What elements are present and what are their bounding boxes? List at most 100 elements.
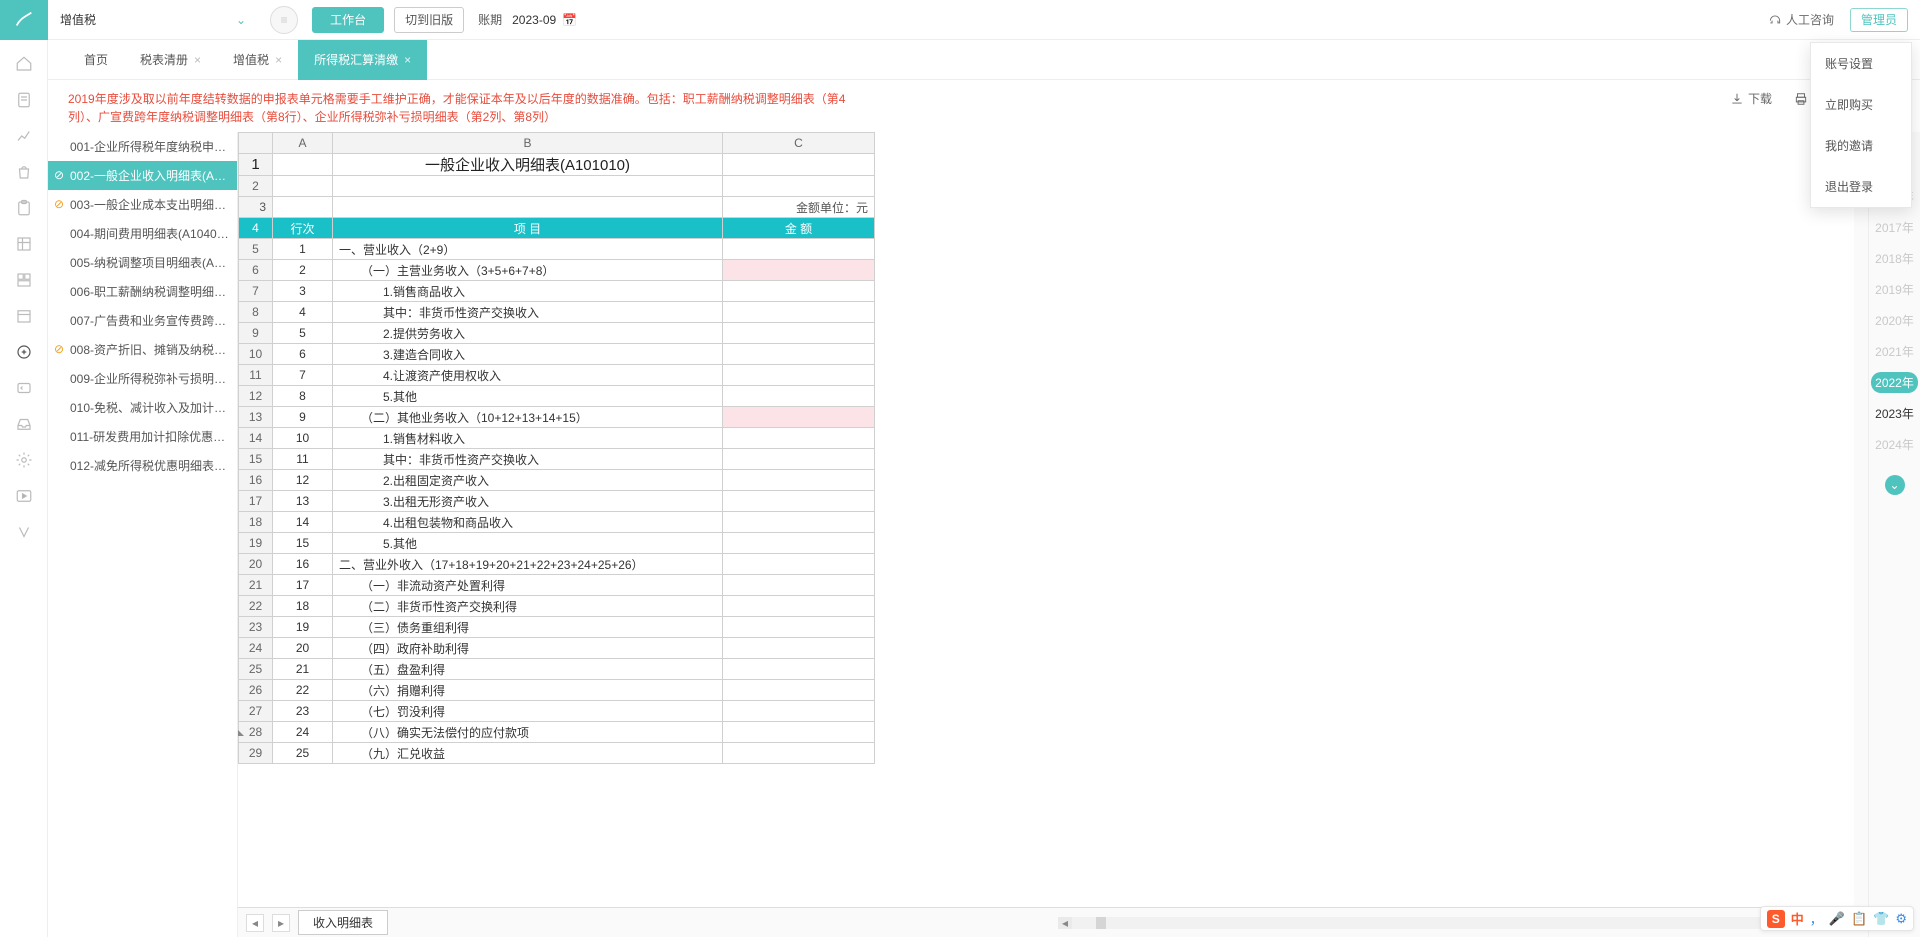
cell-item[interactable]: （二）非货币性资产交换利得 (333, 596, 723, 617)
cell-rownum[interactable]: 23 (273, 701, 333, 722)
form-list-item[interactable]: 010-免税、减计收入及加计… (48, 393, 237, 422)
cell-rownum[interactable]: 18 (273, 596, 333, 617)
cell-rownum[interactable]: 1 (273, 239, 333, 260)
cell-item[interactable]: （二）其他业务收入（10+12+13+14+15） (333, 407, 723, 428)
cell-item[interactable]: 2.出租固定资产收入 (333, 470, 723, 491)
tab-增值税[interactable]: 增值税× (217, 40, 298, 80)
row-header[interactable]: 24 (239, 638, 273, 659)
cell-rownum[interactable]: 20 (273, 638, 333, 659)
row-header[interactable]: 13 (239, 407, 273, 428)
row-header[interactable]: 5 (239, 239, 273, 260)
admin-button[interactable]: 管理员 (1850, 8, 1908, 32)
form-list-item[interactable]: 007-广告费和业务宣传费跨… (48, 306, 237, 335)
row-header[interactable]: 8 (239, 302, 273, 323)
user-menu-item[interactable]: 退出登录 (1811, 166, 1911, 207)
tab-首页[interactable]: 首页 (68, 40, 124, 80)
form-list-item[interactable]: ⊘002-一般企业收入明细表(A1… (48, 161, 237, 190)
tab-所得税汇算清缴[interactable]: 所得税汇算清缴× (298, 40, 427, 80)
year-item[interactable]: 2022年 (1871, 372, 1918, 393)
cell-rownum[interactable]: 17 (273, 575, 333, 596)
nav-tax-icon[interactable] (0, 334, 48, 370)
table-row[interactable]: 2218（二）非货币性资产交换利得 (239, 596, 875, 617)
cell-item[interactable]: 3.出租无形资产收入 (333, 491, 723, 512)
workbench-button[interactable]: 工作台 (312, 7, 384, 33)
cell-amount[interactable] (723, 533, 875, 554)
table-row[interactable]: 139（二）其他业务收入（10+12+13+14+15） (239, 407, 875, 428)
row-header[interactable]: 1 (239, 154, 273, 176)
table-row[interactable]: 2824（八）确实无法偿付的应付款项 (239, 722, 875, 743)
cell-amount[interactable] (723, 743, 875, 764)
cell-amount[interactable] (723, 281, 875, 302)
cell-item[interactable]: 3.建造合同收入 (333, 344, 723, 365)
ime-skin-icon[interactable]: 👕 (1873, 911, 1889, 927)
collapse-years-icon[interactable]: ⌄ (1885, 475, 1905, 495)
sheet-tab[interactable]: 收入明细表 (298, 910, 388, 935)
nav-video-icon[interactable] (0, 478, 48, 514)
form-list-item[interactable]: 009-企业所得税弥补亏损明… (48, 364, 237, 393)
cell-item[interactable]: 1.销售材料收入 (333, 428, 723, 449)
cell-rownum[interactable]: 15 (273, 533, 333, 554)
cell-amount[interactable] (723, 680, 875, 701)
cell-rownum[interactable]: 11 (273, 449, 333, 470)
user-menu-item[interactable]: 账号设置 (1811, 43, 1911, 84)
cell-rownum[interactable]: 12 (273, 470, 333, 491)
cell-item[interactable]: （一）主营业务收入（3+5+6+7+8） (333, 260, 723, 281)
calendar-icon[interactable]: 📅 (562, 13, 577, 27)
row-header[interactable]: 16 (239, 470, 273, 491)
cell-amount[interactable] (723, 638, 875, 659)
cell-amount[interactable] (723, 722, 875, 743)
nav-clip-icon[interactable] (0, 190, 48, 226)
year-item[interactable]: 2021年 (1871, 341, 1918, 362)
row-header[interactable]: 7 (239, 281, 273, 302)
ime-punct-icon[interactable]: ， (1810, 909, 1823, 928)
row-header[interactable]: 29 (239, 743, 273, 764)
row-header[interactable]: 26 (239, 680, 273, 701)
cell-item[interactable]: 其中：非货币性资产交换收入 (333, 449, 723, 470)
user-menu-item[interactable]: 立即购买 (1811, 84, 1911, 125)
cell-item[interactable]: （九）汇兑收益 (333, 743, 723, 764)
ime-mic-icon[interactable]: 🎤 (1829, 911, 1845, 927)
cell-rownum[interactable]: 6 (273, 344, 333, 365)
cell-rownum[interactable]: 3 (273, 281, 333, 302)
cell-rownum[interactable]: 8 (273, 386, 333, 407)
cell-amount[interactable] (723, 617, 875, 638)
nav-bag-icon[interactable] (0, 154, 48, 190)
cell-item[interactable]: （一）非流动资产处置利得 (333, 575, 723, 596)
table-row[interactable]: 17133.出租无形资产收入 (239, 491, 875, 512)
nav-doc-icon[interactable] (0, 82, 48, 118)
company-dropdown[interactable]: 增值税 ⌄ (60, 11, 246, 28)
cell-item[interactable]: 二、营业外收入（17+18+19+20+21+22+23+24+25+26） (333, 554, 723, 575)
row-header[interactable]: 6 (239, 260, 273, 281)
spreadsheet-scroll[interactable]: ABC1一般企业收入明细表(A101010)23金额单位：元4行次项 目金 额5… (238, 132, 1854, 907)
table-row[interactable]: 731.销售商品收入 (239, 281, 875, 302)
cell-rownum[interactable]: 4 (273, 302, 333, 323)
row-header[interactable]: 17 (239, 491, 273, 512)
col-header[interactable]: A (273, 133, 333, 154)
cell-rownum[interactable]: 14 (273, 512, 333, 533)
row-header[interactable]: 25 (239, 659, 273, 680)
close-icon[interactable]: × (275, 53, 282, 67)
form-list-item[interactable]: ⊘008-资产折旧、摊销及纳税… (48, 335, 237, 364)
cell-item[interactable]: 其中：非货币性资产交换收入 (333, 302, 723, 323)
table-row[interactable]: 51一、营业收入（2+9） (239, 239, 875, 260)
cell-rownum[interactable]: 16 (273, 554, 333, 575)
row-header[interactable]: 22 (239, 596, 273, 617)
cell-amount[interactable] (723, 239, 875, 260)
form-list-item[interactable]: 004-期间费用明细表(A1040… (48, 219, 237, 248)
nav-inbox-icon[interactable] (0, 406, 48, 442)
row-header[interactable]: 15 (239, 449, 273, 470)
cell-rownum[interactable]: 21 (273, 659, 333, 680)
nav-layout-icon[interactable] (0, 262, 48, 298)
row-header[interactable]: 9 (239, 323, 273, 344)
cell-rownum[interactable]: 19 (273, 617, 333, 638)
table-row[interactable]: 1511其中：非货币性资产交换收入 (239, 449, 875, 470)
row-header[interactable]: 12 (239, 386, 273, 407)
cell-item[interactable]: （八）确实无法偿付的应付款项 (333, 722, 723, 743)
cell-amount[interactable] (723, 260, 875, 281)
table-row[interactable]: 18144.出租包装物和商品收入 (239, 512, 875, 533)
table-row[interactable]: 1174.让渡资产使用权收入 (239, 365, 875, 386)
table-row[interactable]: 19155.其他 (239, 533, 875, 554)
cell-item[interactable]: 一、营业收入（2+9） (333, 239, 723, 260)
cell-item[interactable]: 5.其他 (333, 386, 723, 407)
col-header[interactable]: B (333, 133, 723, 154)
